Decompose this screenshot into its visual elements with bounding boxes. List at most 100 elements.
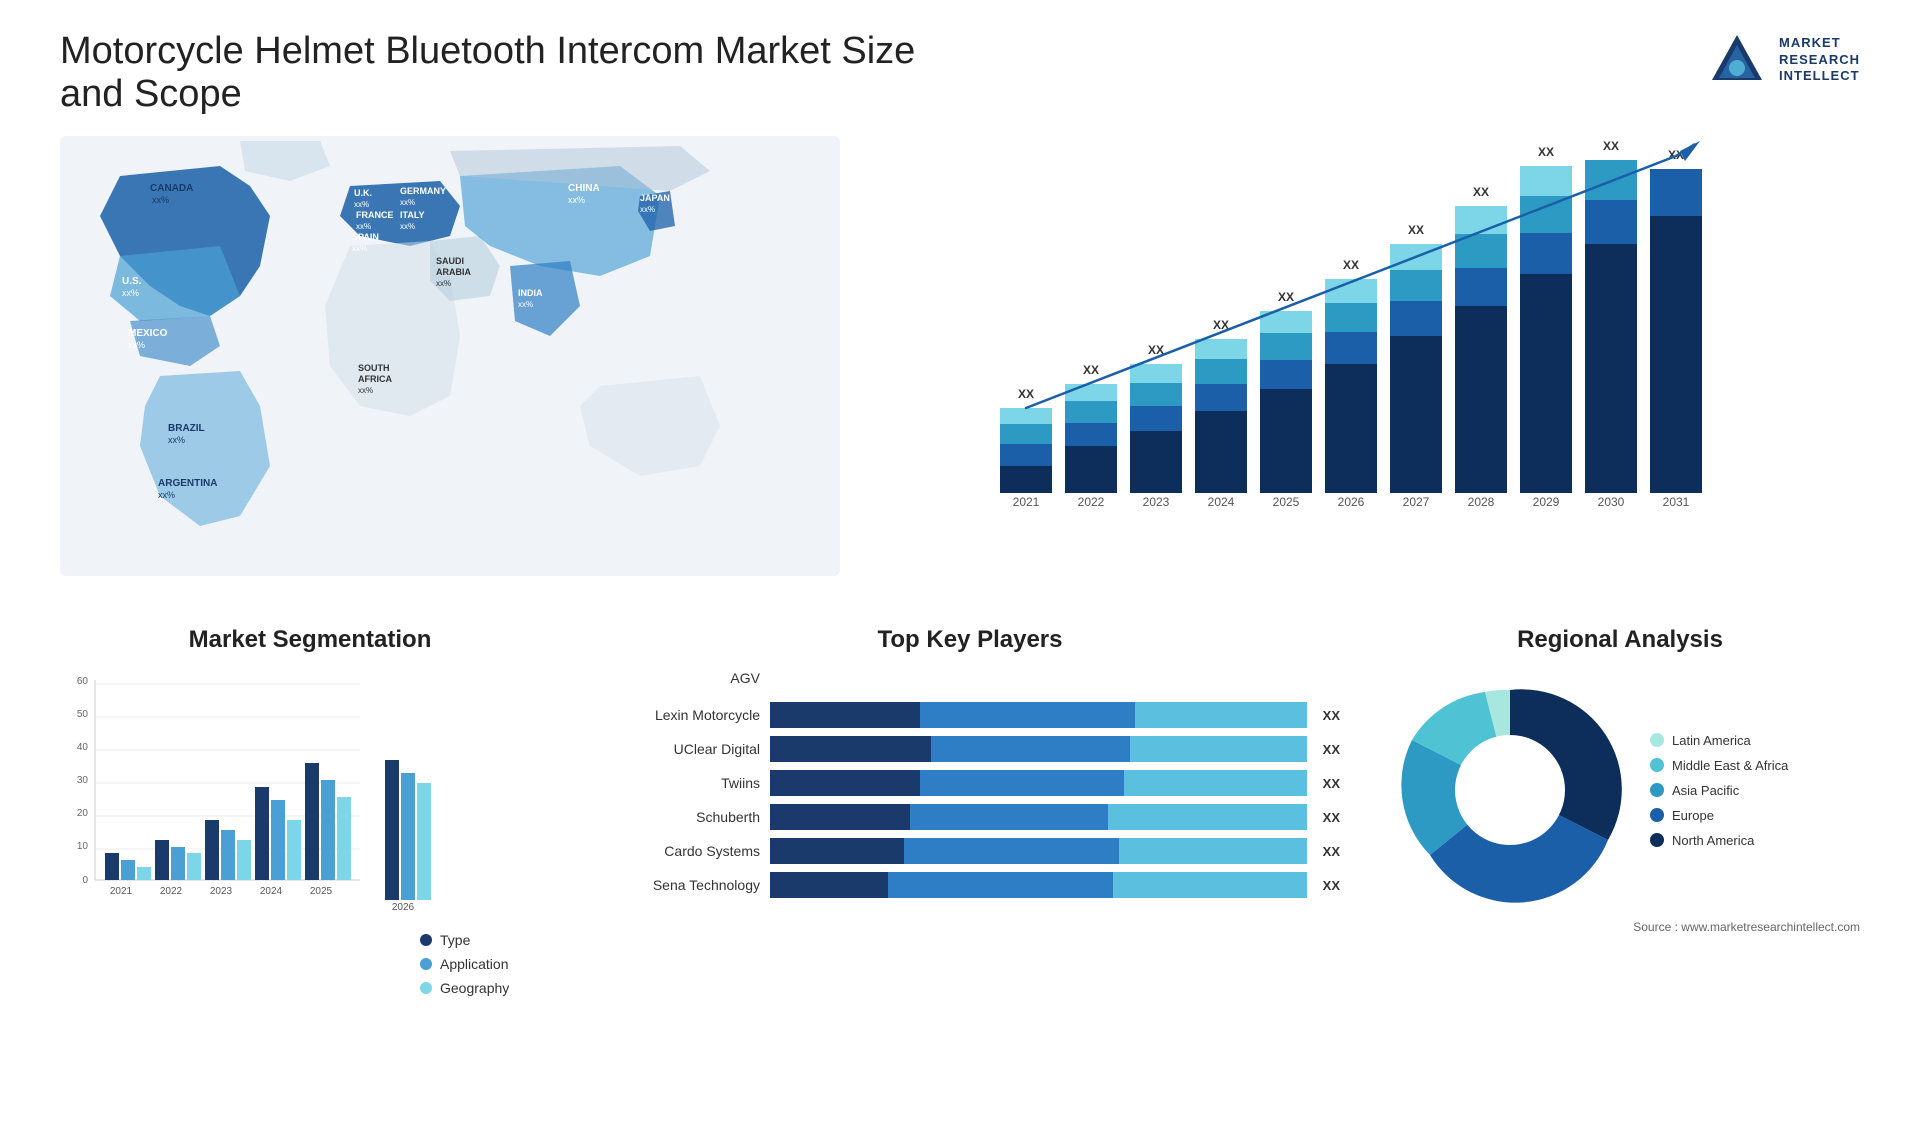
player-name-uclear: UClear Digital — [600, 741, 760, 757]
dot-europe — [1650, 808, 1664, 822]
svg-text:30: 30 — [77, 775, 89, 786]
svg-text:XX: XX — [1603, 139, 1619, 153]
svg-text:CANADA: CANADA — [150, 183, 193, 194]
legend-label-type: Type — [440, 932, 470, 948]
legend-dot-geography — [420, 982, 432, 994]
source-text: Source : www.marketresearchintellect.com — [1380, 920, 1860, 934]
page-title: Motorcycle Helmet Bluetooth Intercom Mar… — [60, 30, 960, 116]
player-row-sena: Sena Technology XX — [600, 872, 1340, 898]
legend-dot-application — [420, 958, 432, 970]
top-section: CANADA xx% U.S. xx% MEXICO xx% BRAZIL xx… — [60, 136, 1860, 596]
player-bar-uclear — [770, 736, 1307, 762]
svg-text:XX: XX — [1018, 387, 1034, 401]
legend-geography: Geography — [420, 980, 509, 996]
svg-text:ARGENTINA: ARGENTINA — [158, 478, 217, 489]
donut-wrapper — [1390, 670, 1630, 910]
player-xx-twiins: XX — [1323, 776, 1340, 791]
player-row-schuberth: Schuberth XX — [600, 804, 1340, 830]
player-xx-uclear: XX — [1323, 742, 1340, 757]
legend-na: North America — [1650, 833, 1788, 848]
svg-text:xx%: xx% — [354, 200, 369, 209]
svg-text:xx%: xx% — [400, 222, 415, 231]
svg-text:2022: 2022 — [160, 886, 183, 897]
bar-seg1 — [770, 804, 910, 830]
svg-text:50: 50 — [77, 709, 89, 720]
bar-seg1 — [770, 838, 904, 864]
svg-text:xx%: xx% — [436, 279, 451, 288]
player-row-cardo: Cardo Systems XX — [600, 838, 1340, 864]
svg-text:SOUTH: SOUTH — [358, 363, 390, 373]
svg-text:2023: 2023 — [210, 886, 233, 897]
label-europe: Europe — [1672, 808, 1714, 823]
player-row-lexin: Lexin Motorcycle XX — [600, 702, 1340, 728]
svg-text:2024: 2024 — [260, 886, 283, 897]
svg-text:XX: XX — [1538, 145, 1554, 159]
svg-text:xx%: xx% — [158, 490, 175, 500]
svg-text:2022: 2022 — [1078, 495, 1105, 509]
player-row-twiins: Twiins XX — [600, 770, 1340, 796]
svg-text:SAUDI: SAUDI — [436, 256, 464, 266]
svg-text:ITALY: ITALY — [400, 210, 425, 220]
bar-seg2 — [920, 770, 1124, 796]
svg-text:10: 10 — [77, 841, 89, 852]
page-container: Motorcycle Helmet Bluetooth Intercom Mar… — [0, 0, 1920, 1146]
world-map: CANADA xx% U.S. xx% MEXICO xx% BRAZIL xx… — [60, 136, 840, 576]
svg-text:xx%: xx% — [122, 288, 139, 298]
legend-latin: Latin America — [1650, 733, 1788, 748]
svg-text:XX: XX — [1473, 185, 1489, 199]
bar-seg2 — [904, 838, 1119, 864]
svg-text:xx%: xx% — [518, 300, 533, 309]
bar-seg1 — [770, 736, 931, 762]
map-section: CANADA xx% U.S. xx% MEXICO xx% BRAZIL xx… — [60, 136, 940, 596]
bar-seg3 — [1119, 838, 1307, 864]
svg-text:2028: 2028 — [1468, 495, 1495, 509]
bar-chart-section: XX 2021 XX 2022 XX 2023 — [980, 136, 1860, 596]
players-list: AGV Lexin Motorcycle XX UClear Digital — [580, 670, 1360, 898]
player-bar-twiins — [770, 770, 1307, 796]
svg-text:2021: 2021 — [1013, 495, 1040, 509]
svg-text:0: 0 — [82, 875, 88, 886]
player-bar-schuberth — [770, 804, 1307, 830]
logo-line3: INTELLECT — [1779, 68, 1860, 85]
svg-text:SPAIN: SPAIN — [352, 232, 379, 242]
svg-text:BRAZIL: BRAZIL — [168, 423, 205, 434]
legend-apac: Asia Pacific — [1650, 783, 1788, 798]
key-players-section: Top Key Players AGV Lexin Motorcycle XX — [580, 626, 1360, 1006]
regional-legend: Latin America Middle East & Africa Asia … — [1650, 733, 1788, 848]
label-mea: Middle East & Africa — [1672, 758, 1788, 773]
svg-text:2025: 2025 — [1273, 495, 1300, 509]
svg-text:U.S.: U.S. — [122, 276, 142, 287]
dot-na — [1650, 833, 1664, 847]
svg-text:xx%: xx% — [352, 244, 367, 253]
bar-seg3 — [1108, 804, 1307, 830]
player-name-twiins: Twiins — [600, 775, 760, 791]
segmentation-title: Market Segmentation — [60, 626, 560, 654]
label-na: North America — [1672, 833, 1754, 848]
svg-text:xx%: xx% — [152, 195, 169, 205]
svg-text:XX: XX — [1278, 290, 1294, 304]
bar-seg3 — [1130, 736, 1307, 762]
legend-europe: Europe — [1650, 808, 1788, 823]
agv-name: AGV — [600, 670, 760, 686]
player-name-cardo: Cardo Systems — [600, 843, 760, 859]
player-bar-sena — [770, 872, 1307, 898]
player-xx-cardo: XX — [1323, 844, 1340, 859]
regional-container: Latin America Middle East & Africa Asia … — [1380, 670, 1860, 910]
bar-seg1 — [770, 770, 920, 796]
svg-text:FRANCE: FRANCE — [356, 210, 394, 220]
svg-text:2026: 2026 — [1338, 495, 1365, 509]
svg-text:GERMANY: GERMANY — [400, 186, 446, 196]
svg-text:JAPAN: JAPAN — [640, 193, 670, 203]
svg-text:xx%: xx% — [400, 198, 415, 207]
svg-text:2024: 2024 — [1208, 495, 1235, 509]
svg-text:xx%: xx% — [568, 195, 585, 205]
svg-text:2027: 2027 — [1403, 495, 1430, 509]
svg-text:CHINA: CHINA — [568, 183, 600, 194]
label-apac: Asia Pacific — [1672, 783, 1739, 798]
regional-title: Regional Analysis — [1380, 626, 1860, 654]
legend-mea: Middle East & Africa — [1650, 758, 1788, 773]
svg-text:2025: 2025 — [310, 886, 333, 897]
svg-text:2023: 2023 — [1143, 495, 1170, 509]
bar-seg2 — [920, 702, 1135, 728]
svg-text:2026: 2026 — [392, 902, 415, 910]
